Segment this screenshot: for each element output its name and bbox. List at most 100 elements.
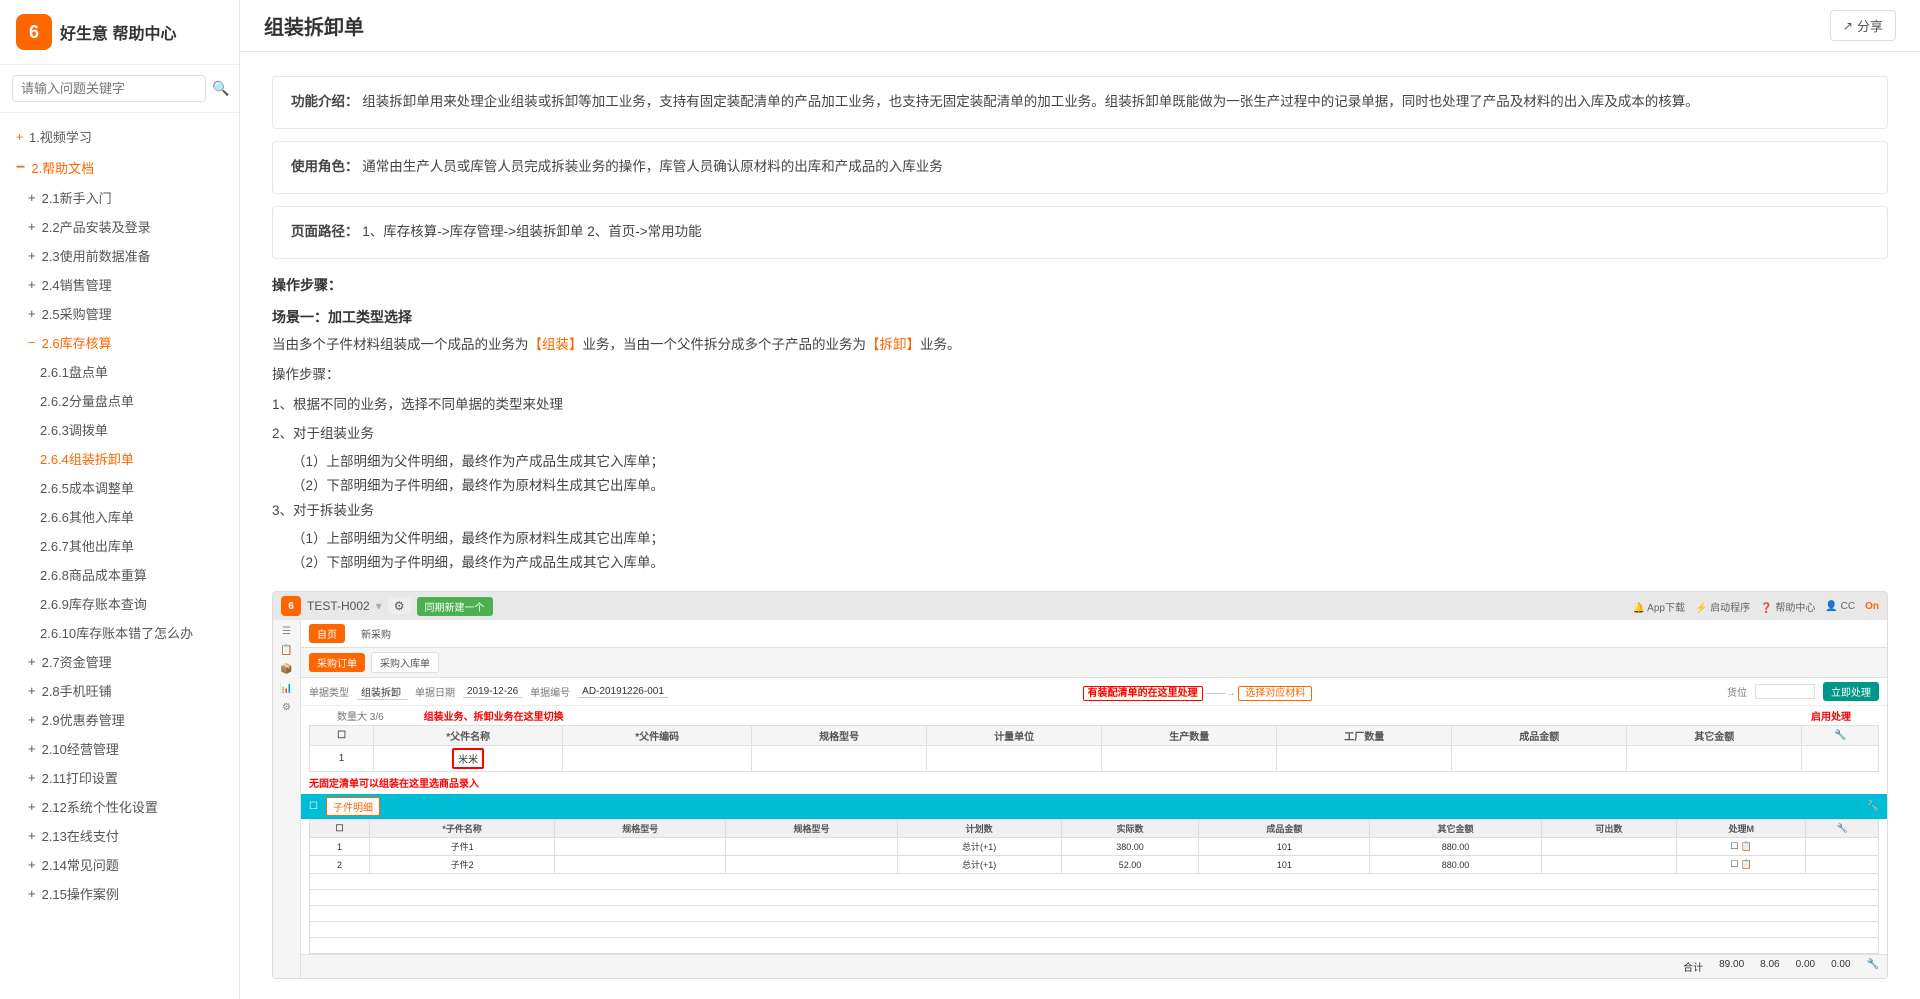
expand-icon-s212: + (28, 799, 36, 814)
share-button[interactable]: ↗ 分享 (1830, 10, 1896, 41)
sidebar-item-s261[interactable]: 2.6.1盘点单 (0, 357, 239, 386)
mini-field-loc-input[interactable] (1755, 684, 1815, 699)
expand-icon-s27: + (28, 654, 36, 669)
mini-section-icon2: 🔧 (1867, 801, 1879, 812)
sidebar-item-label: 2.10经营管理 (42, 739, 119, 758)
sidebar-item-label: 2.14常见问题 (42, 855, 119, 874)
sidebar-item-s267[interactable]: 2.6.7其他出库单 (0, 531, 239, 560)
mini-th-factory-qty: 工厂数量 (1277, 726, 1452, 746)
sidebar-item-s210[interactable]: + 2.10经营管理 (0, 734, 239, 763)
mini-footer-v1: 89.00 (1719, 959, 1744, 974)
sidebar-item-label: 2.6.2分量盘点单 (40, 394, 134, 409)
mini-bottom-table-wrap: ☐ *子件名称 规格型号 规格型号 计划数 实际数 成品金额 其它金额 可出数 (301, 819, 1887, 954)
mini-btd-actual1: 380.00 (1061, 838, 1198, 856)
sidebar-item-s211[interactable]: + 2.11打印设置 (0, 763, 239, 792)
sidebar-item-s28[interactable]: + 2.8手机旺铺 (0, 676, 239, 705)
mini-section-label-sub: 子件明细 (326, 797, 380, 816)
sidebar-item-s25[interactable]: + 2.5采购管理 (0, 299, 239, 328)
mini-qty-label: 数量大 3/6 (337, 708, 384, 723)
sidebar-item-s29[interactable]: + 2.9优惠券管理 (0, 705, 239, 734)
mini-btd-actual2: 52.00 (1061, 856, 1198, 874)
mini-btd-idx2: 2 (310, 856, 370, 874)
sidebar-item-s262[interactable]: 2.6.2分量盘点单 (0, 386, 239, 415)
mini-footer-v4: 0.00 (1831, 959, 1850, 974)
step3b: （2）下部明细为子件明细，最终作为产成品生成其它入库单。 (272, 551, 1888, 575)
sidebar-item-s2610[interactable]: 2.6.10库存账本错了怎么办 (0, 618, 239, 647)
search-input[interactable] (12, 75, 206, 102)
mini-cc: 👤 CC (1825, 601, 1855, 612)
expand-icon-s215: + (28, 886, 36, 901)
sidebar-item-s213[interactable]: + 2.13在线支付 (0, 821, 239, 850)
mini-annotation-row: 数量大 3/6 组装业务、拆卸业务在这里切换 启用处理 (301, 706, 1887, 725)
mini-td-other-cost (1627, 746, 1802, 772)
mini-td-prod-qty (1102, 746, 1277, 772)
mini-btd-cost1-1: 101 (1199, 838, 1370, 856)
search-icon[interactable]: 🔍 (212, 80, 229, 97)
mini-sidebar-icon5: ⚙ (282, 702, 291, 713)
mini-annotation-row2: 无固定清单可以组装在这里选商品录入 (301, 774, 1887, 790)
sidebar-item-label: 2.5采购管理 (42, 304, 112, 323)
mini-btd-avail1 (1541, 838, 1676, 856)
sidebar-item-s214[interactable]: + 2.14常见问题 (0, 850, 239, 879)
expand-icon-s29: + (28, 712, 36, 727)
sidebar-item-s24[interactable]: + 2.4销售管理 (0, 270, 239, 299)
sidebar-item-label: 2.8手机旺铺 (42, 681, 112, 700)
sidebar-item-label: 2.1新手入门 (42, 188, 112, 207)
logo-text: 好生意 帮助中心 (60, 20, 176, 44)
mini-bth-op: 🔧 (1806, 820, 1879, 838)
mini-btd-proc1: ☐ 📋 (1677, 838, 1806, 856)
mini-th-check: ☐ (310, 726, 374, 746)
mini-bth-spec: 规格型号 (726, 820, 897, 838)
mini-version-info: ⚙ (388, 598, 411, 614)
role-label: 使用角色： (291, 159, 359, 174)
sidebar-item-docs[interactable]: − 2.帮助文档 (0, 152, 239, 183)
sidebar-item-label: 2.15操作案例 (42, 884, 119, 903)
sidebar-item-label: 2.6库存核算 (42, 333, 112, 352)
mini-app-id: TEST-H002 (307, 599, 370, 613)
mini-td-op (1802, 746, 1879, 772)
role-text: 通常由生产人员或库管人员完成拆装业务的操作，库管人员确认原材料的出库和产成品的入… (362, 159, 943, 174)
sidebar-item-s269[interactable]: 2.6.9库存账本查询 (0, 589, 239, 618)
sidebar-item-s266[interactable]: 2.6.6其他入库单 (0, 502, 239, 531)
mini-td-unit (927, 746, 1102, 772)
sidebar-item-video[interactable]: + 1.视频学习 (0, 121, 239, 152)
ops-title: 操作步骤： (272, 275, 1888, 295)
mini-confirm-btn: 立即处理 (1823, 682, 1879, 701)
expand-icon-s213: + (28, 828, 36, 843)
mini-th-unit: 计量单位 (927, 726, 1102, 746)
sidebar-item-label: 2.4销售管理 (42, 275, 112, 294)
mini-btd-avail2 (1541, 856, 1676, 874)
annotation-switch: 组装业务、拆卸业务在这里切换 (424, 708, 564, 723)
step2b: （2）下部明细为子件明细，最终作为原材料生成其它出库单。 (272, 474, 1888, 498)
logo-icon: 6 (16, 14, 52, 50)
sidebar-item-s23[interactable]: + 2.3使用前数据准备 (0, 241, 239, 270)
highlight-disassemble: 【拆卸】 (866, 337, 920, 352)
sidebar-item-label: 2.6.5成本调整单 (40, 481, 134, 496)
mini-field-date-label: 单据日期 (415, 684, 455, 699)
mini-app-dl: 🔔 App下载 (1632, 599, 1684, 614)
sidebar-item-s264[interactable]: 2.6.4组装拆卸单 (0, 444, 239, 473)
annotation-enable: 启用处理 (1811, 708, 1851, 723)
mini-sidebar-icon3: 📦 (280, 664, 292, 675)
sidebar-item-s21[interactable]: + 2.1新手入门 (0, 183, 239, 212)
scenario1-title: 场景一：加工类型选择 (272, 307, 1888, 327)
sidebar-item-s263[interactable]: 2.6.3调拨单 (0, 415, 239, 444)
mini-btd-op1 (1806, 838, 1879, 856)
sidebar-item-s265[interactable]: 2.6.5成本调整单 (0, 473, 239, 502)
sidebar-item-s268[interactable]: 2.6.8商品成本重算 (0, 560, 239, 589)
sidebar-item-label: 2.帮助文档 (31, 158, 94, 177)
mini-btd-cost2-1: 101 (1199, 856, 1370, 874)
sidebar-item-s212[interactable]: + 2.12系统个性化设置 (0, 792, 239, 821)
sidebar-item-s215[interactable]: + 2.15操作案例 (0, 879, 239, 908)
sidebar-item-s26[interactable]: − 2.6库存核算 (0, 328, 239, 357)
mini-td-parent-name-box: 米米 (452, 748, 484, 769)
path-label: 页面路径： (291, 224, 359, 239)
expand-icon-s24: + (28, 277, 36, 292)
nav-tree: + 1.视频学习 − 2.帮助文档 + 2.1新手入门 + 2.2产品安装及登录… (0, 113, 239, 999)
expand-icon-s25: + (28, 306, 36, 321)
mini-td-spec (752, 746, 927, 772)
bottom-spacer (272, 979, 1888, 999)
sidebar-item-s27[interactable]: + 2.7资金管理 (0, 647, 239, 676)
sidebar-item-s22[interactable]: + 2.2产品安装及登录 (0, 212, 239, 241)
sidebar-item-label: 2.7资金管理 (42, 652, 112, 671)
